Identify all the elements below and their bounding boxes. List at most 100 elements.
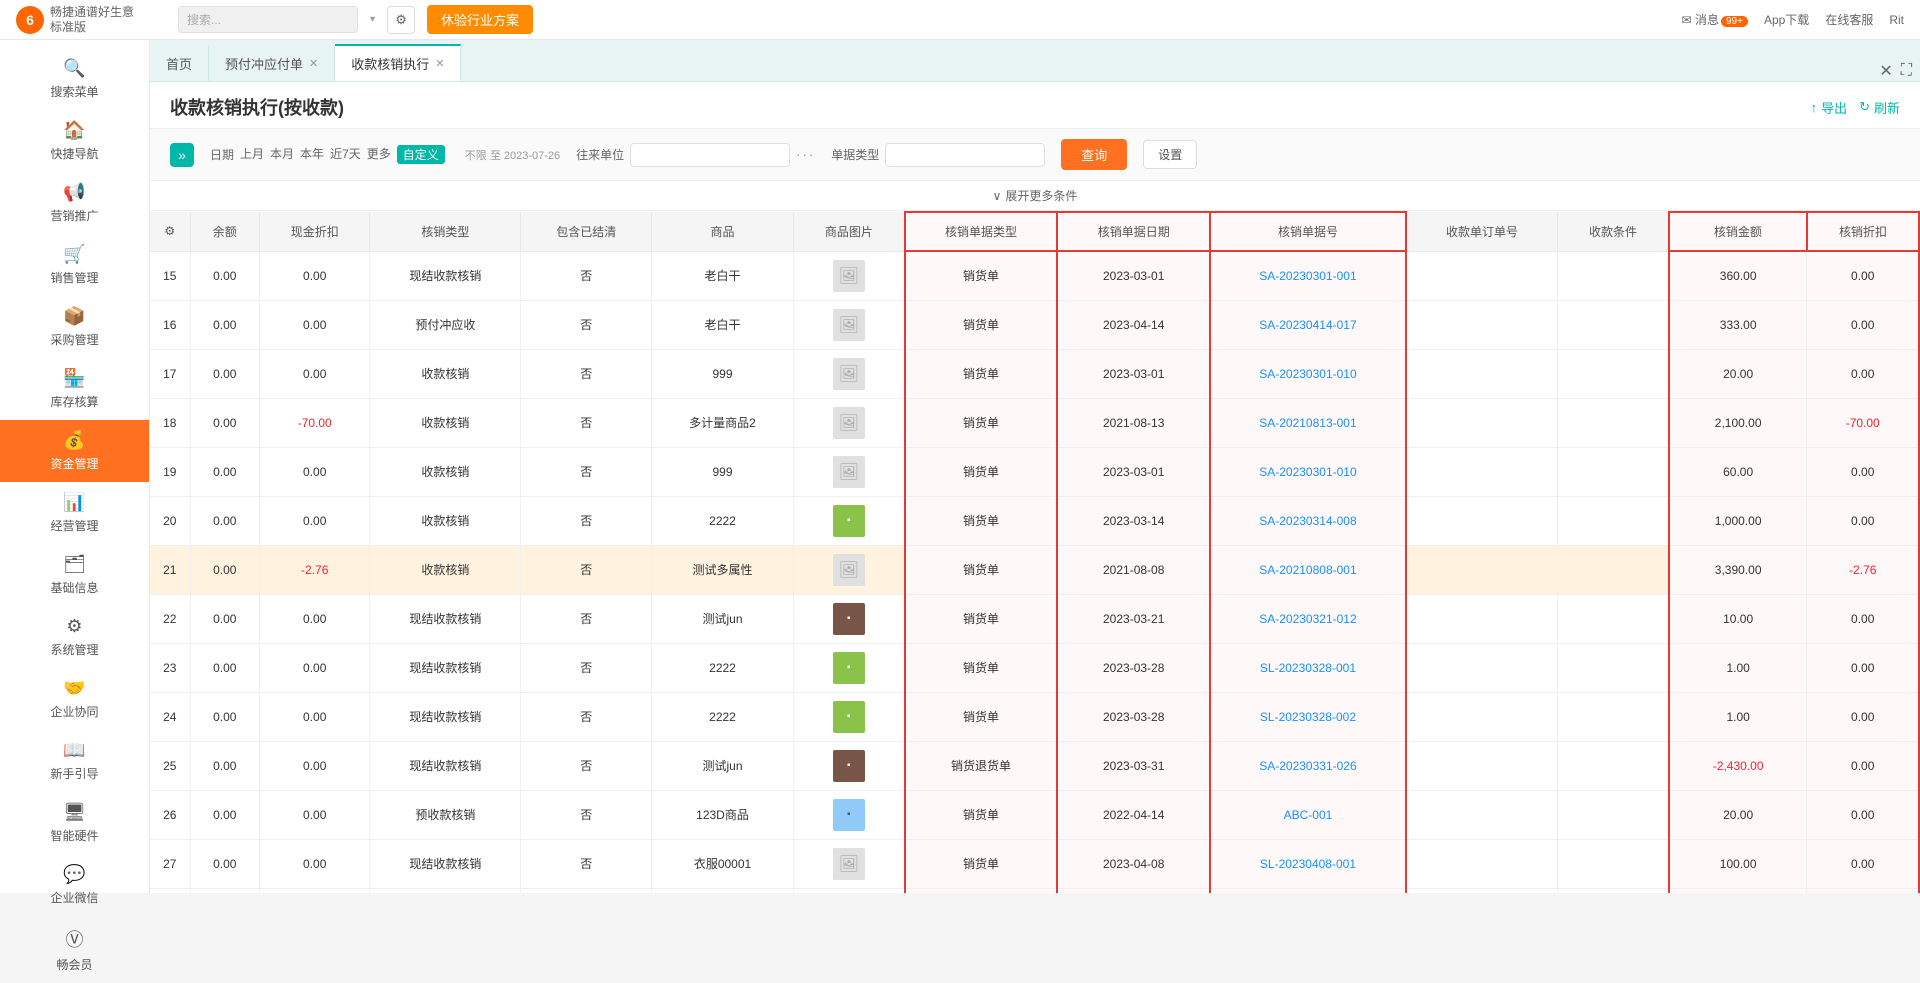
th-receipt-condition: 收款条件 (1558, 212, 1669, 251)
cell-cancel-bill-no[interactable]: SL-20230418-001 (1210, 888, 1406, 893)
cell-cancel-bill-no[interactable]: SA-20210808-001 (1210, 545, 1406, 594)
cell-cancel-bill-no[interactable]: ABC-001 (1210, 790, 1406, 839)
cell-balance: 0.00 (190, 643, 260, 692)
expand-more-icon: ∨ (993, 189, 1002, 203)
this-year-btn[interactable]: 本年 (300, 145, 324, 164)
cell-goods: 测试多属性 (652, 545, 794, 594)
industry-solution-button[interactable]: 休验行业方案 (427, 5, 533, 34)
cell-cancel-discount: -2.76 (1807, 545, 1919, 594)
online-service-link[interactable]: 在线客服 (1825, 11, 1873, 28)
global-search-box[interactable]: 搜索... (178, 6, 358, 33)
cell-cancel-bill-no[interactable]: SA-20230301-001 (1210, 251, 1406, 300)
settings-gear-button[interactable]: ⚙ (387, 6, 415, 34)
tab-collection[interactable]: 收款核销执行 ✕ (335, 44, 461, 81)
cell-goods-image: 🖼 (794, 447, 905, 496)
cell-cancel-bill-type: 销货单 (905, 692, 1058, 741)
export-button[interactable]: ↑ 导出 (1811, 98, 1848, 117)
sidebar-item-guide[interactable]: 📖 新手引导 (0, 730, 149, 792)
sidebar-item-inventory[interactable]: 🏪 库存核算 (0, 358, 149, 420)
from-unit-input[interactable] (630, 143, 790, 167)
cell-seq: 25 (150, 741, 190, 790)
cell-receipt-order-no (1406, 300, 1558, 349)
sidebar-item-label: 经营管理 (50, 517, 98, 534)
cell-cancel-discount: 0.00 (1807, 888, 1919, 893)
column-settings-button[interactable]: 设置 (1143, 140, 1197, 169)
sidebar-item-marketing[interactable]: 📢 营销推广 (0, 172, 149, 234)
cell-cancel-bill-no[interactable]: SA-20230314-008 (1210, 496, 1406, 545)
cell-seq: 15 (150, 251, 190, 300)
tab-home-label: 首页 (166, 54, 192, 73)
tab-prepay-close-icon[interactable]: ✕ (309, 57, 318, 70)
cell-receipt-order-no (1406, 692, 1558, 741)
cell-balance: 0.00 (190, 692, 260, 741)
sidebar-item-sales[interactable]: 🛒 销售管理 (0, 234, 149, 296)
cell-receipt-condition (1558, 643, 1669, 692)
cell-cancel-type: 收款核销 (370, 447, 521, 496)
query-button[interactable]: 查询 (1061, 139, 1127, 170)
receipt-type-input[interactable] (885, 143, 1045, 167)
cell-goods-image: 🖼 (794, 349, 905, 398)
table-header-row: ⚙ 余额 现金折扣 核销类型 包含已结清 商品 商品图片 核销单据类型 核销单据… (150, 212, 1919, 251)
sidebar-item-finance[interactable]: 💰 资金管理 (0, 420, 149, 482)
last-month-btn[interactable]: 上月 (240, 145, 264, 164)
custom-date-btn[interactable]: 自定义 (397, 145, 445, 164)
filter-expand-button[interactable]: » (170, 143, 194, 167)
cell-include-settled: 否 (521, 349, 652, 398)
cell-cancel-discount: -70.00 (1807, 398, 1919, 447)
cell-cancel-bill-no[interactable]: SA-20230301-010 (1210, 349, 1406, 398)
cell-cancel-bill-date: 2023-04-08 (1057, 839, 1210, 888)
cell-cancel-bill-no[interactable]: SL-20230328-001 (1210, 643, 1406, 692)
receipt-type-label: 单据类型 (831, 146, 879, 163)
expand-more-button[interactable]: ∨ 展开更多条件 (993, 187, 1078, 204)
tab-close-all-icon[interactable]: ✕ (1879, 61, 1892, 81)
cell-receipt-condition (1558, 790, 1669, 839)
last-7-days-btn[interactable]: 近7天 (330, 145, 361, 164)
cell-balance: 0.00 (190, 741, 260, 790)
cell-cancel-bill-no[interactable]: SA-20210813-001 (1210, 398, 1406, 447)
table-row: 24 0.00 0.00 现结收款核销 否 2222 ▪ 销货单 2023-03… (150, 692, 1919, 741)
th-cancel-bill-no: 核销单据号 (1210, 212, 1406, 251)
th-goods-image: 商品图片 (794, 212, 905, 251)
cell-cancel-bill-no[interactable]: SA-20230321-012 (1210, 594, 1406, 643)
tab-prepay[interactable]: 预付冲应付单 ✕ (209, 46, 335, 81)
expand-more-label: 展开更多条件 (1005, 187, 1077, 204)
tab-expand-icon[interactable]: ⛶ (1901, 62, 1912, 80)
sidebar-item-enterprise[interactable]: 🤝 企业协同 (0, 668, 149, 730)
refresh-button[interactable]: ↻ 刷新 (1859, 98, 1900, 117)
filter-dots: ··· (796, 147, 815, 162)
cell-include-settled: 否 (521, 594, 652, 643)
tab-home[interactable]: 首页 (150, 46, 209, 81)
this-month-btn[interactable]: 本月 (270, 145, 294, 164)
sidebar-item-wechat[interactable]: 💬 企业微信 (0, 854, 149, 916)
tab-collection-close-icon[interactable]: ✕ (435, 57, 444, 70)
app-download-link[interactable]: App下载 (1764, 11, 1809, 28)
cell-cancel-bill-no[interactable]: SA-20230301-010 (1210, 447, 1406, 496)
cell-cancel-amount: 360.00 (1669, 251, 1807, 300)
sidebar-item-hardware[interactable]: 🖥 智能硬件 (0, 792, 149, 854)
sidebar-item-purchase[interactable]: 📦 采购管理 (0, 296, 149, 358)
sidebar-item-quick-nav[interactable]: 🏠 快捷导航 (0, 110, 149, 172)
cell-cancel-bill-no[interactable]: SL-20230328-002 (1210, 692, 1406, 741)
sidebar-item-vip[interactable]: Ⓥ 畅会员 (0, 916, 149, 983)
sidebar-item-label: 资金管理 (50, 455, 98, 472)
cell-cash-discount: 0.00 (260, 496, 370, 545)
cell-goods: 老白干 (652, 251, 794, 300)
cell-cancel-bill-no[interactable]: SA-20230414-017 (1210, 300, 1406, 349)
more-dates-btn[interactable]: 更多 (367, 145, 391, 164)
sidebar-item-search-menu[interactable]: 🔍 搜索菜单 (0, 48, 149, 110)
messages-icon[interactable]: ✉ 消息99+ (1682, 11, 1748, 28)
cell-goods: 老白干 (652, 300, 794, 349)
th-settings[interactable]: ⚙ (150, 212, 190, 251)
filter-bar: » 日期 上月 本月 本年 近7天 更多 自定义 不限 至 2023-07-26… (150, 129, 1920, 181)
cell-cancel-bill-no[interactable]: SL-20230408-001 (1210, 839, 1406, 888)
cell-goods-image: ▪ (794, 594, 905, 643)
cell-goods: 2222 (652, 496, 794, 545)
sidebar-item-operations[interactable]: 📊 经营管理 (0, 482, 149, 544)
cell-receipt-order-no (1406, 447, 1558, 496)
cell-cancel-bill-no[interactable]: SA-20230331-026 (1210, 741, 1406, 790)
sidebar-item-system[interactable]: ⚙ 系统管理 (0, 606, 149, 668)
base-info-icon: 🗂 (63, 554, 86, 575)
table-container[interactable]: ⚙ 余额 现金折扣 核销类型 包含已结清 商品 商品图片 核销单据类型 核销单据… (150, 211, 1920, 893)
sidebar-item-base-info[interactable]: 🗂 基础信息 (0, 544, 149, 606)
cell-balance: 0.00 (190, 300, 260, 349)
